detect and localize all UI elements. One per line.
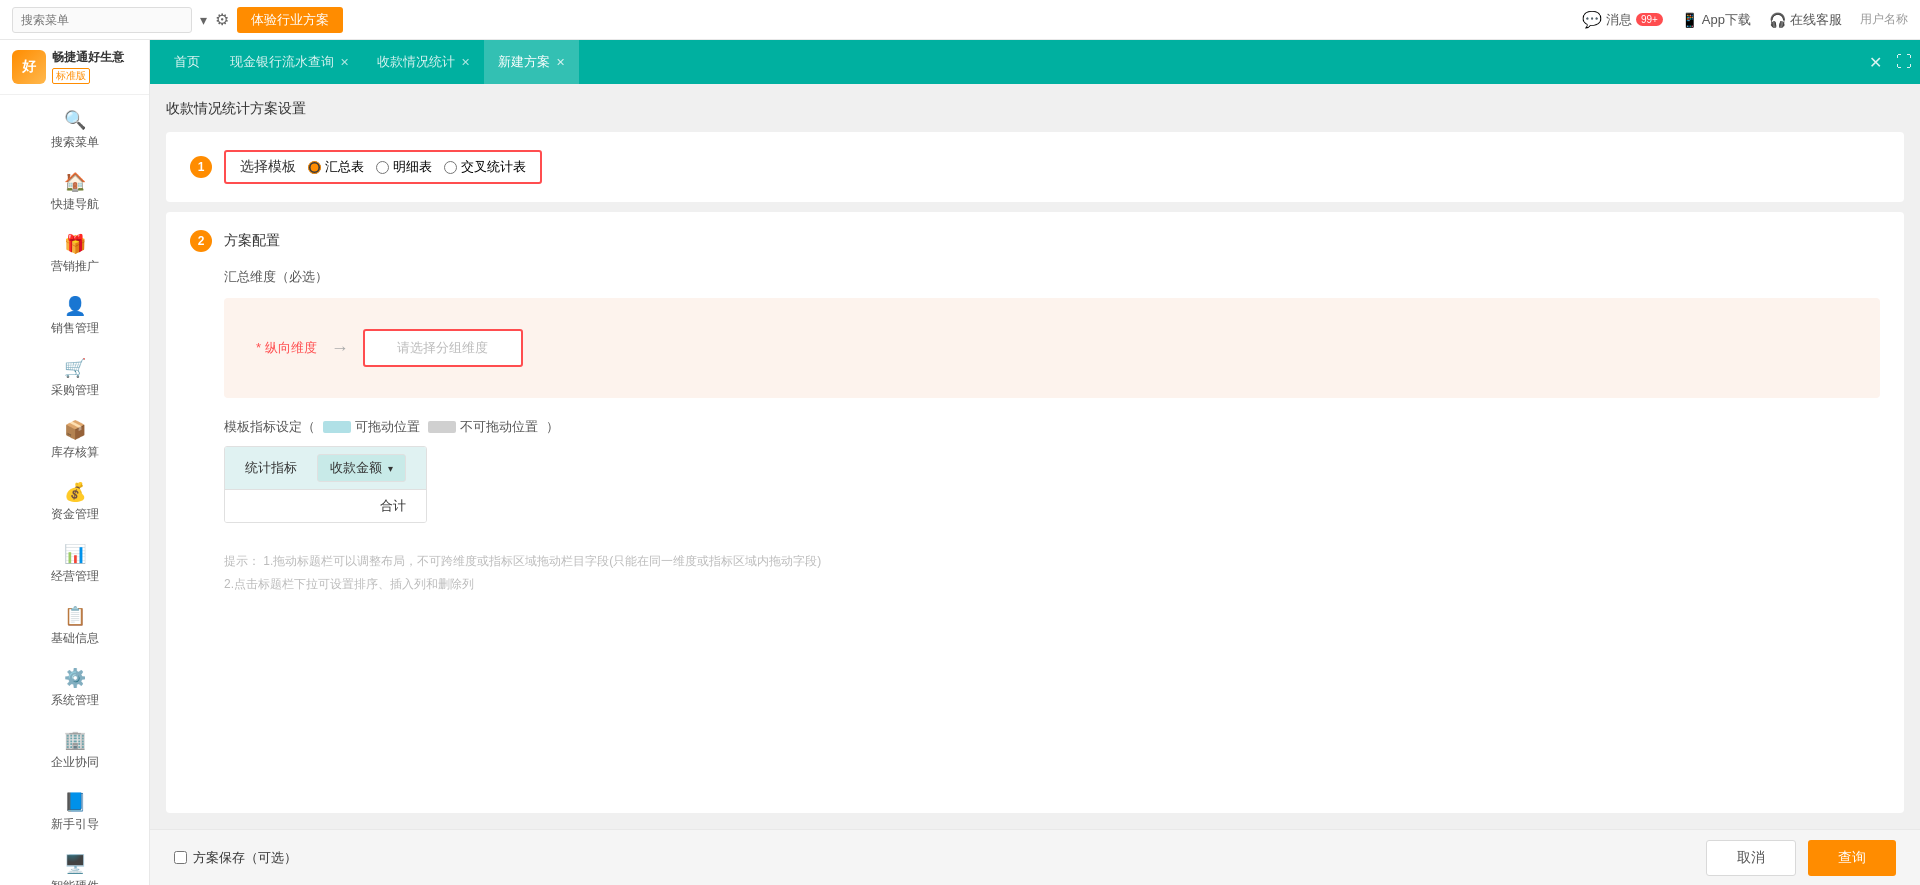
box-icon: 📦	[64, 419, 86, 441]
industry-trial-button[interactable]: 体验行业方案	[237, 7, 343, 33]
arrow-icon: →	[331, 338, 349, 359]
sidebar-item-finance[interactable]: 💰 资金管理	[0, 471, 149, 533]
headset-icon: 🎧	[1769, 12, 1786, 28]
cart-icon: 🛒	[64, 357, 86, 379]
sidebar-item-search[interactable]: 🔍 搜索菜单	[0, 99, 149, 161]
online-service-item[interactable]: 🎧 在线客服	[1769, 11, 1842, 29]
book-icon: 📘	[64, 791, 86, 813]
app-download-item[interactable]: 📱 App下载	[1681, 11, 1751, 29]
sidebar-item-quick-nav[interactable]: 🏠 快捷导航	[0, 161, 149, 223]
query-button[interactable]: 查询	[1808, 840, 1896, 876]
sidebar-item-system[interactable]: ⚙️ 系统管理	[0, 657, 149, 719]
dimension-placeholder[interactable]: 请选择分组维度	[363, 329, 523, 367]
sidebar-item-purchase[interactable]: 🛒 采购管理	[0, 347, 149, 409]
tab-bank-flow-close[interactable]: ✕	[340, 56, 349, 69]
cancel-button[interactable]: 取消	[1706, 840, 1796, 876]
sidebar-item-management[interactable]: 📊 经营管理	[0, 533, 149, 595]
tab-new-plan-close[interactable]: ✕	[556, 56, 565, 69]
page-title: 收款情况统计方案设置	[166, 100, 1904, 118]
column-header-cell[interactable]: 收款金额 ▾	[317, 454, 406, 482]
vertical-label: * 纵向维度	[256, 339, 317, 357]
dropdown-icon[interactable]: ▾	[200, 12, 207, 28]
sidebar-logo-icon: 好	[12, 50, 46, 84]
indicator-settings-label: 模板指标设定（	[224, 418, 315, 436]
message-icon: 💬	[1582, 10, 1602, 29]
sidebar-item-corp-collab[interactable]: 🏢 企业协同	[0, 719, 149, 781]
tip-line2: 2.点击标题栏下拉可设置排序、插入列和删除列	[224, 573, 1880, 596]
money-icon: 💰	[64, 481, 86, 503]
radio-detail[interactable]: 明细表	[376, 158, 432, 176]
search-icon: 🔍	[64, 109, 86, 131]
tip-line1: 提示： 1.拖动标题栏可以调整布局，不可跨维度或指标区域拖动栏目字段(只能在同一…	[224, 550, 1880, 573]
tab-bar-expand-btn[interactable]: ⛶	[1896, 53, 1912, 71]
chart-icon: 📊	[64, 543, 86, 565]
tab-collection-stat-close[interactable]: ✕	[461, 56, 470, 69]
sidebar-item-inventory[interactable]: 📦 库存核算	[0, 409, 149, 471]
search-input[interactable]	[12, 7, 192, 33]
person-icon: 👤	[64, 295, 86, 317]
radio-summary[interactable]: 汇总表	[308, 158, 364, 176]
tab-bank-flow[interactable]: 现金银行流水查询 ✕	[216, 40, 363, 84]
gear-icon[interactable]: ⚙	[215, 10, 229, 29]
tab-home[interactable]: 首页	[158, 40, 216, 84]
tab-bar-close-btn[interactable]: ✕	[1869, 53, 1882, 72]
tab-new-plan[interactable]: 新建方案 ✕	[484, 40, 579, 84]
sidebar-item-basic-info[interactable]: 📋 基础信息	[0, 595, 149, 657]
home-icon: 🏠	[64, 171, 86, 193]
notification-badge: 99+	[1636, 13, 1663, 26]
tab-collection-stat[interactable]: 收款情况统计 ✕	[363, 40, 484, 84]
stats-label: 统计指标	[245, 459, 297, 477]
step2-num: 2	[190, 230, 212, 252]
building-icon: 🏢	[64, 729, 86, 751]
sidebar-logo-tag: 标准版	[52, 68, 90, 84]
system-icon: ⚙️	[64, 667, 86, 689]
sidebar-item-beginner[interactable]: 📘 新手引导	[0, 781, 149, 843]
gift-icon: 🎁	[64, 233, 86, 255]
clipboard-icon: 📋	[64, 605, 86, 627]
draggable-legend[interactable]: 可拖动位置	[323, 418, 420, 436]
step1-num: 1	[190, 156, 212, 178]
notification-item[interactable]: 💬 消息 99+	[1582, 10, 1663, 29]
sidebar-item-sales[interactable]: 👤 销售管理	[0, 285, 149, 347]
sidebar-item-smart-hw[interactable]: 🖥️ 智能硬件	[0, 843, 149, 885]
sidebar-item-marketing[interactable]: 🎁 营销推广	[0, 223, 149, 285]
user-name: 用户名称	[1860, 11, 1908, 28]
save-plan-checkbox[interactable]: 方案保存（可选）	[174, 849, 297, 867]
dimension-title: 汇总维度（必选）	[224, 268, 1880, 286]
monitor-icon: 🖥️	[64, 853, 86, 875]
download-icon: 📱	[1681, 12, 1698, 28]
sidebar-logo-text: 畅捷通好生意	[52, 50, 124, 66]
step1-label: 选择模板	[240, 158, 296, 176]
radio-cross[interactable]: 交叉统计表	[444, 158, 526, 176]
total-row: 合计	[225, 490, 426, 522]
fixed-legend: 不可拖动位置	[428, 418, 538, 436]
step2-label: 方案配置	[224, 232, 280, 250]
